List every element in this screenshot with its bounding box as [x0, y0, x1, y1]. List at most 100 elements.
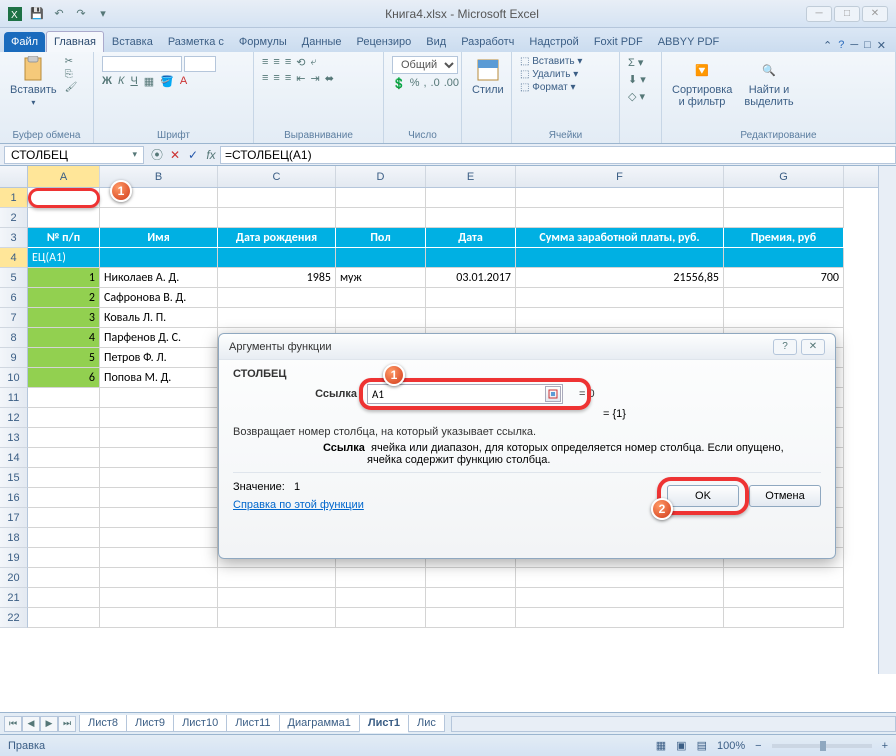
- italic-button[interactable]: К: [118, 75, 124, 88]
- cell[interactable]: [516, 588, 724, 608]
- cell[interactable]: [218, 208, 336, 228]
- view-layout-icon[interactable]: ▣: [676, 739, 686, 752]
- cell[interactable]: 3: [28, 308, 100, 328]
- sheet-tab[interactable]: Лист10: [173, 715, 227, 732]
- col-header-A[interactable]: A: [28, 166, 100, 187]
- align-right-icon[interactable]: ≡: [285, 72, 291, 85]
- cell[interactable]: [724, 188, 844, 208]
- cell[interactable]: [516, 308, 724, 328]
- paste-button[interactable]: Вставить ▾: [8, 56, 59, 109]
- cell[interactable]: [100, 448, 218, 468]
- cell[interactable]: [28, 488, 100, 508]
- cancel-formula-icon[interactable]: ✕: [166, 146, 184, 164]
- dialog-help-icon[interactable]: ?: [773, 339, 797, 355]
- dec-dec-icon[interactable]: .00: [444, 77, 459, 90]
- cell[interactable]: Парфенов Д. С.: [100, 328, 218, 348]
- row-header[interactable]: 6: [0, 288, 28, 308]
- maximize-button[interactable]: □: [834, 6, 860, 22]
- cell[interactable]: [218, 288, 336, 308]
- cell[interactable]: Сафронова В. Д.: [100, 288, 218, 308]
- cell[interactable]: [724, 568, 844, 588]
- cell[interactable]: [218, 188, 336, 208]
- styles-button[interactable]: Стили: [470, 56, 506, 98]
- cell[interactable]: [724, 308, 844, 328]
- cell[interactable]: 1: [28, 268, 100, 288]
- cell[interactable]: [426, 588, 516, 608]
- fill-color-icon[interactable]: 🪣: [160, 75, 174, 88]
- cell[interactable]: [426, 608, 516, 628]
- autosum-icon[interactable]: Σ ▾: [628, 56, 643, 69]
- cell[interactable]: [724, 588, 844, 608]
- sheet-nav-next[interactable]: ▶: [40, 716, 58, 732]
- cell[interactable]: [516, 568, 724, 588]
- cell[interactable]: [28, 568, 100, 588]
- cell[interactable]: [426, 568, 516, 588]
- tab-data[interactable]: Данные: [295, 32, 349, 52]
- row-header[interactable]: 12: [0, 408, 28, 428]
- table-header[interactable]: Премия, руб: [724, 228, 844, 248]
- align-bot-icon[interactable]: ≡: [285, 56, 291, 69]
- cell[interactable]: [426, 208, 516, 228]
- tab-addins[interactable]: Надстрой: [522, 32, 585, 52]
- cell[interactable]: муж: [336, 268, 426, 288]
- minimize-button[interactable]: ─: [806, 6, 832, 22]
- tab-home[interactable]: Главная: [46, 31, 104, 52]
- cell[interactable]: [100, 488, 218, 508]
- tab-page-layout[interactable]: Разметка с: [161, 32, 231, 52]
- fill-icon[interactable]: ⬇ ▾: [628, 73, 646, 86]
- cell[interactable]: [28, 208, 100, 228]
- ribbon-window-close-icon[interactable]: ✕: [877, 39, 886, 52]
- row-header[interactable]: 19: [0, 548, 28, 568]
- indent-dec-icon[interactable]: ⇤: [296, 72, 305, 85]
- sheet-tab[interactable]: Диаграмма1: [279, 715, 360, 732]
- row-header[interactable]: 15: [0, 468, 28, 488]
- clear-icon[interactable]: ◇ ▾: [628, 90, 645, 103]
- cell[interactable]: [336, 188, 426, 208]
- align-left-icon[interactable]: ≡: [262, 72, 268, 85]
- cell[interactable]: [516, 288, 724, 308]
- cell[interactable]: [28, 408, 100, 428]
- sheet-tab[interactable]: Лист9: [126, 715, 174, 732]
- expand-name-icon[interactable]: ⦿: [148, 146, 166, 164]
- cell[interactable]: Попова М. Д.: [100, 368, 218, 388]
- table-header[interactable]: № п/п: [28, 228, 100, 248]
- sheet-tab[interactable]: Лист11: [226, 715, 279, 732]
- sheet-tab[interactable]: Лис: [408, 715, 445, 732]
- ribbon-minimize-icon[interactable]: ⌃: [823, 39, 832, 52]
- row-header[interactable]: 2: [0, 208, 28, 228]
- cell[interactable]: [28, 428, 100, 448]
- cell[interactable]: Николаев А. Д.: [100, 268, 218, 288]
- col-header-E[interactable]: E: [426, 166, 516, 187]
- table-header[interactable]: Имя: [100, 228, 218, 248]
- view-break-icon[interactable]: ▤: [697, 739, 707, 752]
- col-header-C[interactable]: C: [218, 166, 336, 187]
- tab-review[interactable]: Рецензиро: [350, 32, 419, 52]
- sheet-nav-first[interactable]: ⏮: [4, 716, 22, 732]
- save-icon[interactable]: 💾: [28, 5, 46, 23]
- horizontal-scrollbar[interactable]: [451, 716, 896, 732]
- number-format-select[interactable]: Общий: [392, 56, 458, 74]
- cell[interactable]: 4: [28, 328, 100, 348]
- view-normal-icon[interactable]: ▦: [656, 739, 666, 752]
- row-header[interactable]: 17: [0, 508, 28, 528]
- editing-cell[interactable]: ЕЦ(A1): [28, 248, 100, 268]
- cell[interactable]: [218, 308, 336, 328]
- format-painter-icon[interactable]: 🖌: [65, 82, 78, 93]
- cell[interactable]: [426, 188, 516, 208]
- sheet-nav-last[interactable]: ⏭: [58, 716, 76, 732]
- cells-insert-button[interactable]: ⬚ Вставить ▾: [520, 56, 582, 67]
- cancel-button[interactable]: Отмена: [749, 485, 821, 507]
- ribbon-window-min-icon[interactable]: ─: [850, 39, 858, 52]
- cell[interactable]: [724, 208, 844, 228]
- underline-button[interactable]: Ч: [130, 75, 137, 88]
- zoom-out-icon[interactable]: −: [755, 740, 761, 752]
- cell[interactable]: [100, 208, 218, 228]
- dialog-titlebar[interactable]: Аргументы функции ? ✕: [219, 334, 835, 360]
- currency-icon[interactable]: 💲: [392, 77, 406, 90]
- zoom-in-icon[interactable]: +: [882, 740, 888, 752]
- ok-button[interactable]: OK: [667, 485, 739, 507]
- cell[interactable]: 6: [28, 368, 100, 388]
- col-header-F[interactable]: F: [516, 166, 724, 187]
- cell[interactable]: [218, 248, 336, 268]
- tab-insert[interactable]: Вставка: [105, 32, 160, 52]
